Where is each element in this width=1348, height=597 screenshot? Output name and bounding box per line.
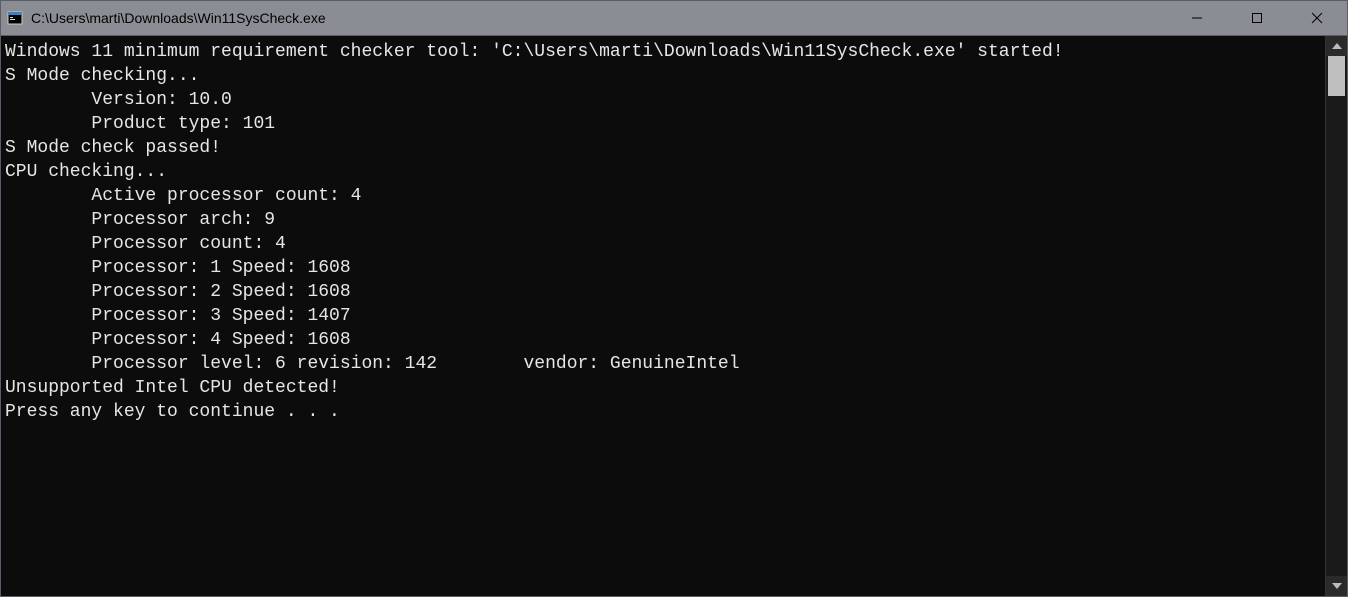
minimize-button[interactable] (1167, 1, 1227, 35)
scrollbar-track[interactable] (1326, 56, 1347, 576)
console-line: Unsupported Intel CPU detected! (5, 376, 1325, 400)
console-line: Processor: 3 Speed: 1407 (5, 304, 1325, 328)
app-icon (7, 10, 23, 26)
console-line: Processor: 2 Speed: 1608 (5, 280, 1325, 304)
console-line: CPU checking... (5, 160, 1325, 184)
scroll-up-arrow-icon[interactable] (1326, 36, 1347, 56)
console-line: Processor arch: 9 (5, 208, 1325, 232)
window-controls (1167, 1, 1347, 35)
close-button[interactable] (1287, 1, 1347, 35)
console-window: C:\Users\marti\Downloads\Win11SysCheck.e… (0, 0, 1348, 597)
titlebar[interactable]: C:\Users\marti\Downloads\Win11SysCheck.e… (1, 1, 1347, 35)
console-line: S Mode checking... (5, 64, 1325, 88)
console-line: Active processor count: 4 (5, 184, 1325, 208)
console-output[interactable]: Windows 11 minimum requirement checker t… (1, 36, 1325, 596)
vertical-scrollbar[interactable] (1325, 36, 1347, 596)
console-line: Processor level: 6 revision: 142 vendor:… (5, 352, 1325, 376)
scroll-down-arrow-icon[interactable] (1326, 576, 1347, 596)
console-line: Product type: 101 (5, 112, 1325, 136)
console-line: Press any key to continue . . . (5, 400, 1325, 424)
window-title: C:\Users\marti\Downloads\Win11SysCheck.e… (31, 10, 1167, 26)
console-line: Processor: 4 Speed: 1608 (5, 328, 1325, 352)
scrollbar-thumb[interactable] (1328, 56, 1345, 96)
console-line: Processor: 1 Speed: 1608 (5, 256, 1325, 280)
window-body: Windows 11 minimum requirement checker t… (1, 35, 1347, 596)
console-line: Windows 11 minimum requirement checker t… (5, 40, 1325, 64)
console-line: Version: 10.0 (5, 88, 1325, 112)
console-line: S Mode check passed! (5, 136, 1325, 160)
console-line: Processor count: 4 (5, 232, 1325, 256)
maximize-button[interactable] (1227, 1, 1287, 35)
